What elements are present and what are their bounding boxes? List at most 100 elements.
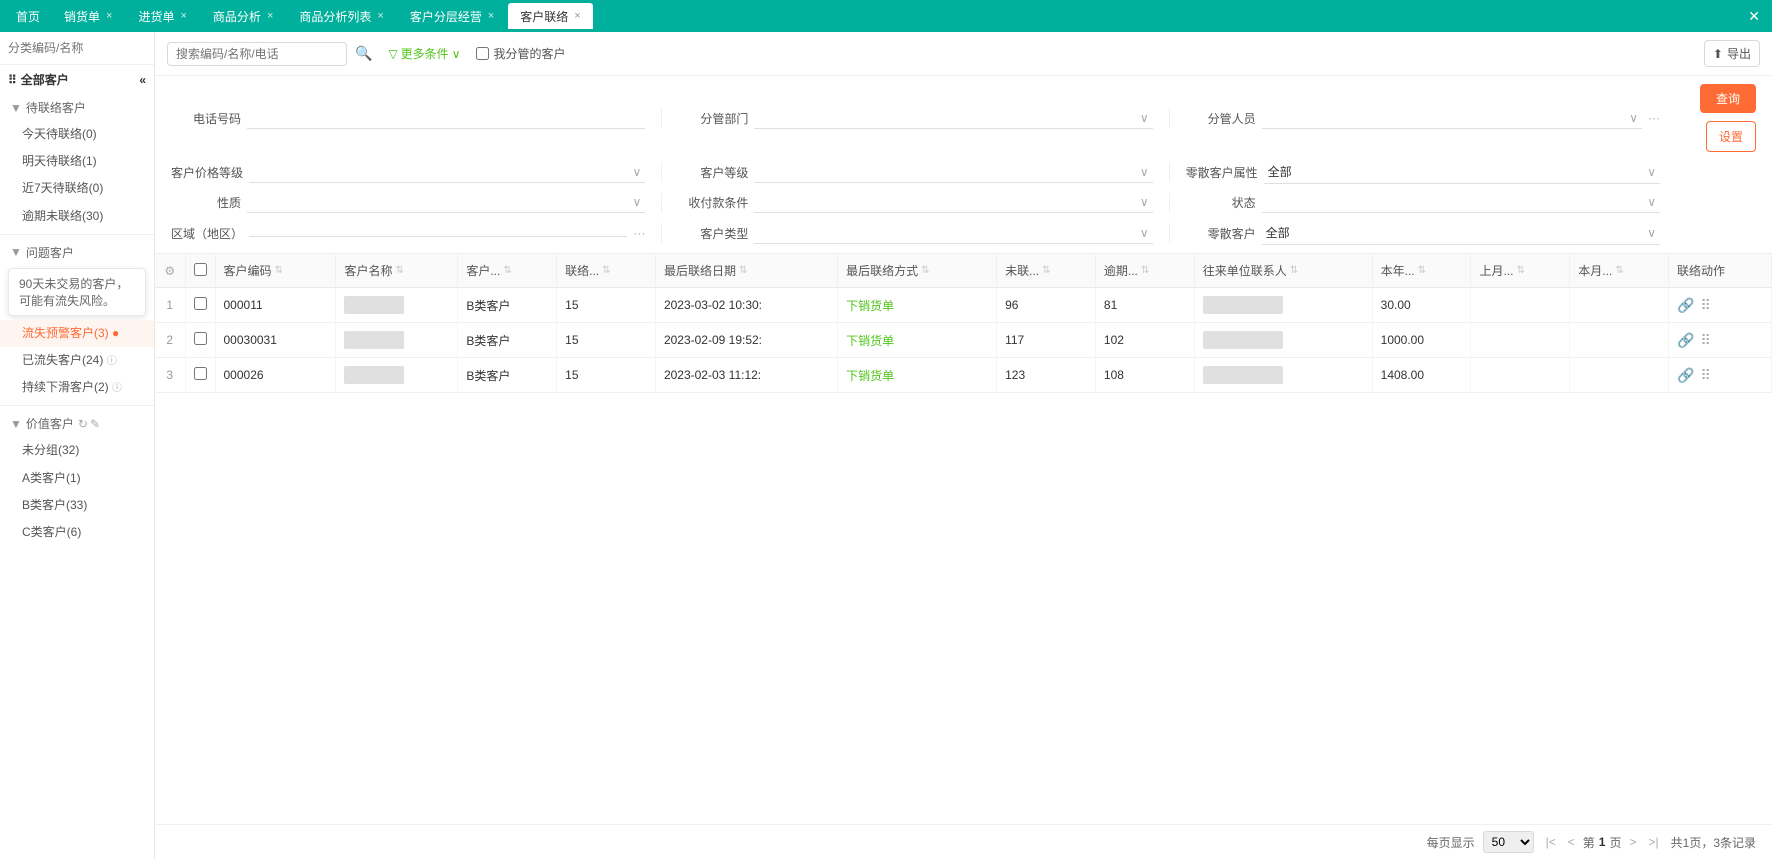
zero-customer-select[interactable]: 全部 ∨	[1262, 221, 1660, 245]
adv-filter-payment: 收付款条件 ∨	[678, 192, 1152, 213]
sidebar-item-overdue-pending[interactable]: 逾期未联络(30)	[0, 203, 154, 230]
chevron-down-icon-clevel: ∨	[1140, 165, 1149, 179]
sidebar-item-tomorrow-pending[interactable]: 明天待联络(1)	[0, 148, 154, 175]
prev-page-button[interactable]: <	[1564, 833, 1579, 851]
th-customer-code[interactable]: 客户编码 ⇅	[215, 254, 336, 288]
tab-customer-layering[interactable]: 客户分层经营 ×	[398, 3, 506, 29]
query-button[interactable]: 查询	[1700, 84, 1756, 113]
action-link-icon[interactable]: 🔗	[1677, 297, 1694, 314]
sidebar-group-value-customers[interactable]: ▼ 价值客户 ↻ ✎	[0, 410, 154, 437]
select-all-checkbox[interactable]	[194, 263, 207, 276]
gender-select[interactable]: ∨	[247, 192, 645, 213]
manager-select[interactable]: ∨	[1262, 108, 1642, 129]
edit-icon[interactable]: ✎	[90, 417, 100, 431]
status-select[interactable]: ∨	[1262, 192, 1660, 213]
close-tab-product-analysis[interactable]: ×	[267, 10, 273, 22]
action-link-icon[interactable]: 🔗	[1677, 367, 1694, 384]
td-checkbox[interactable]	[185, 288, 215, 323]
zero-attr-select[interactable]: 全部 ∨	[1264, 160, 1660, 184]
filter-more-conditions[interactable]: ▽ 更多条件 ∨	[380, 41, 468, 66]
action-grid-icon[interactable]: ⠿	[1700, 297, 1710, 314]
sidebar-group-pending-contact-label: 待联络客户	[26, 99, 86, 116]
th-unit-contact[interactable]: 往来单位联系人 ⇅	[1194, 254, 1372, 288]
close-tab-purchase-order[interactable]: ×	[180, 10, 186, 22]
sidebar-group-pending-contact[interactable]: ▼ 待联络客户	[0, 94, 154, 121]
th-uncontacted[interactable]: 未联... ⇅	[997, 254, 1096, 288]
my-customers-checkbox-input[interactable]	[476, 47, 489, 60]
td-checkbox[interactable]	[185, 323, 215, 358]
customer-level-select[interactable]: ∨	[754, 162, 1152, 183]
adv-filter-zero-customer: 零散客户 全部 ∨	[1186, 221, 1660, 245]
tab-product-analysis[interactable]: 商品分析 ×	[201, 3, 285, 29]
last-page-button[interactable]: >|	[1645, 833, 1663, 851]
td-last-contact-way[interactable]: 下销货单	[838, 358, 997, 393]
tab-product-analysis-list[interactable]: 商品分析列表 ×	[287, 3, 395, 29]
th-customer-type[interactable]: 客户... ⇅	[458, 254, 557, 288]
refresh-icon[interactable]: ↻	[78, 417, 88, 431]
window-close-button[interactable]: ✕	[1740, 8, 1768, 25]
export-icon: ⬆	[1713, 47, 1723, 61]
first-page-button[interactable]: |<	[1542, 833, 1560, 851]
export-button[interactable]: ⬆ 导出	[1704, 40, 1760, 67]
th-this-month[interactable]: 本月... ⇅	[1570, 254, 1669, 288]
query-setting-col: 查询 设置	[1676, 84, 1756, 152]
td-last-contact-way[interactable]: 下销货单	[838, 323, 997, 358]
sidebar-group-problem-label: 问题客户	[26, 244, 74, 261]
region-more-icon[interactable]: ···	[633, 226, 645, 240]
th-last-month[interactable]: 上月... ⇅	[1471, 254, 1570, 288]
tooltip-problem-customers: 90天未交易的客户，可能有流失风险。	[8, 268, 146, 316]
tab-customer-contact-label: 客户联络	[520, 8, 568, 25]
sidebar-item-class-a[interactable]: A类客户(1)	[0, 465, 154, 492]
next-page-button[interactable]: >	[1626, 833, 1641, 851]
arrow-icon-3: ▼	[10, 417, 22, 431]
sidebar-item-class-c[interactable]: C类客户(6)	[0, 519, 154, 546]
payment-select[interactable]: ∨	[754, 192, 1152, 213]
sidebar-item-declining[interactable]: 持续下滑客户(2) ⓘ	[0, 374, 154, 401]
th-customer-name[interactable]: 客户名称 ⇅	[336, 254, 458, 288]
td-checkbox[interactable]	[185, 358, 215, 393]
filter-search-input[interactable]	[167, 42, 347, 66]
main-layout: 🔍 ⠿ 全部客户 « ▼ 待联络客户 今天待联络(0) 明天待联络(1) 近7天…	[0, 32, 1772, 859]
filter-search-button[interactable]: 🔍	[355, 45, 372, 62]
price-level-select[interactable]: ∨	[249, 162, 645, 183]
th-last-contact-way[interactable]: 最后联络方式 ⇅	[838, 254, 997, 288]
close-tab-sales-order[interactable]: ×	[106, 10, 112, 22]
tab-customer-contact[interactable]: 客户联络 ×	[508, 3, 592, 29]
th-gear[interactable]: ⚙	[155, 254, 185, 288]
per-page-select[interactable]: 50 100 200	[1483, 831, 1534, 853]
action-link-icon[interactable]: 🔗	[1677, 332, 1694, 349]
th-checkbox[interactable]	[185, 254, 215, 288]
sidebar-item-ungrouped[interactable]: 未分组(32)	[0, 437, 154, 464]
sidebar-item-churn-warning[interactable]: 流失预警客户(3) ●	[0, 320, 154, 347]
th-contact-count[interactable]: 联络... ⇅	[557, 254, 656, 288]
close-tab-product-analysis-list[interactable]: ×	[377, 10, 383, 22]
close-tab-customer-layering[interactable]: ×	[488, 10, 494, 22]
tab-sales-order[interactable]: 销货单 ×	[52, 3, 124, 29]
filter-my-customers-checkbox[interactable]: 我分管的客户	[476, 45, 565, 62]
tab-purchase-order[interactable]: 进货单 ×	[126, 3, 198, 29]
sidebar-item-today-pending[interactable]: 今天待联络(0)	[0, 121, 154, 148]
th-last-contact-date[interactable]: 最后联络日期 ⇅	[655, 254, 837, 288]
manager-more-icon[interactable]: ···	[1648, 111, 1660, 125]
sidebar-item-7days-pending[interactable]: 近7天待联络(0)	[0, 175, 154, 202]
collapse-icon[interactable]: «	[139, 73, 146, 87]
sidebar-item-class-b[interactable]: B类客户(33)	[0, 492, 154, 519]
customer-type-select[interactable]: ∨	[754, 223, 1152, 244]
sidebar-group-problem-customers[interactable]: ▼ 问题客户	[0, 239, 154, 266]
gear-icon[interactable]: ⚙	[164, 264, 175, 278]
adv-filter-manager: 分管人员 ∨ ···	[1186, 108, 1660, 129]
action-grid-icon[interactable]: ⠿	[1700, 367, 1710, 384]
close-tab-customer-contact[interactable]: ×	[574, 10, 580, 22]
phone-input[interactable]	[247, 108, 645, 129]
region-select[interactable]	[249, 230, 627, 237]
department-select[interactable]: ∨	[754, 108, 1152, 129]
tab-home[interactable]: 首页	[4, 3, 52, 29]
sidebar-all-customers[interactable]: ⠿ 全部客户 «	[0, 65, 154, 94]
sidebar-search-input[interactable]	[8, 41, 155, 55]
sidebar-item-already-churned[interactable]: 已流失客户(24) ⓘ	[0, 347, 154, 374]
th-overdue[interactable]: 逾期... ⇅	[1095, 254, 1194, 288]
setting-button[interactable]: 设置	[1706, 121, 1756, 152]
td-last-contact-way[interactable]: 下销货单	[838, 288, 997, 323]
action-grid-icon[interactable]: ⠿	[1700, 332, 1710, 349]
th-this-year[interactable]: 本年... ⇅	[1372, 254, 1471, 288]
